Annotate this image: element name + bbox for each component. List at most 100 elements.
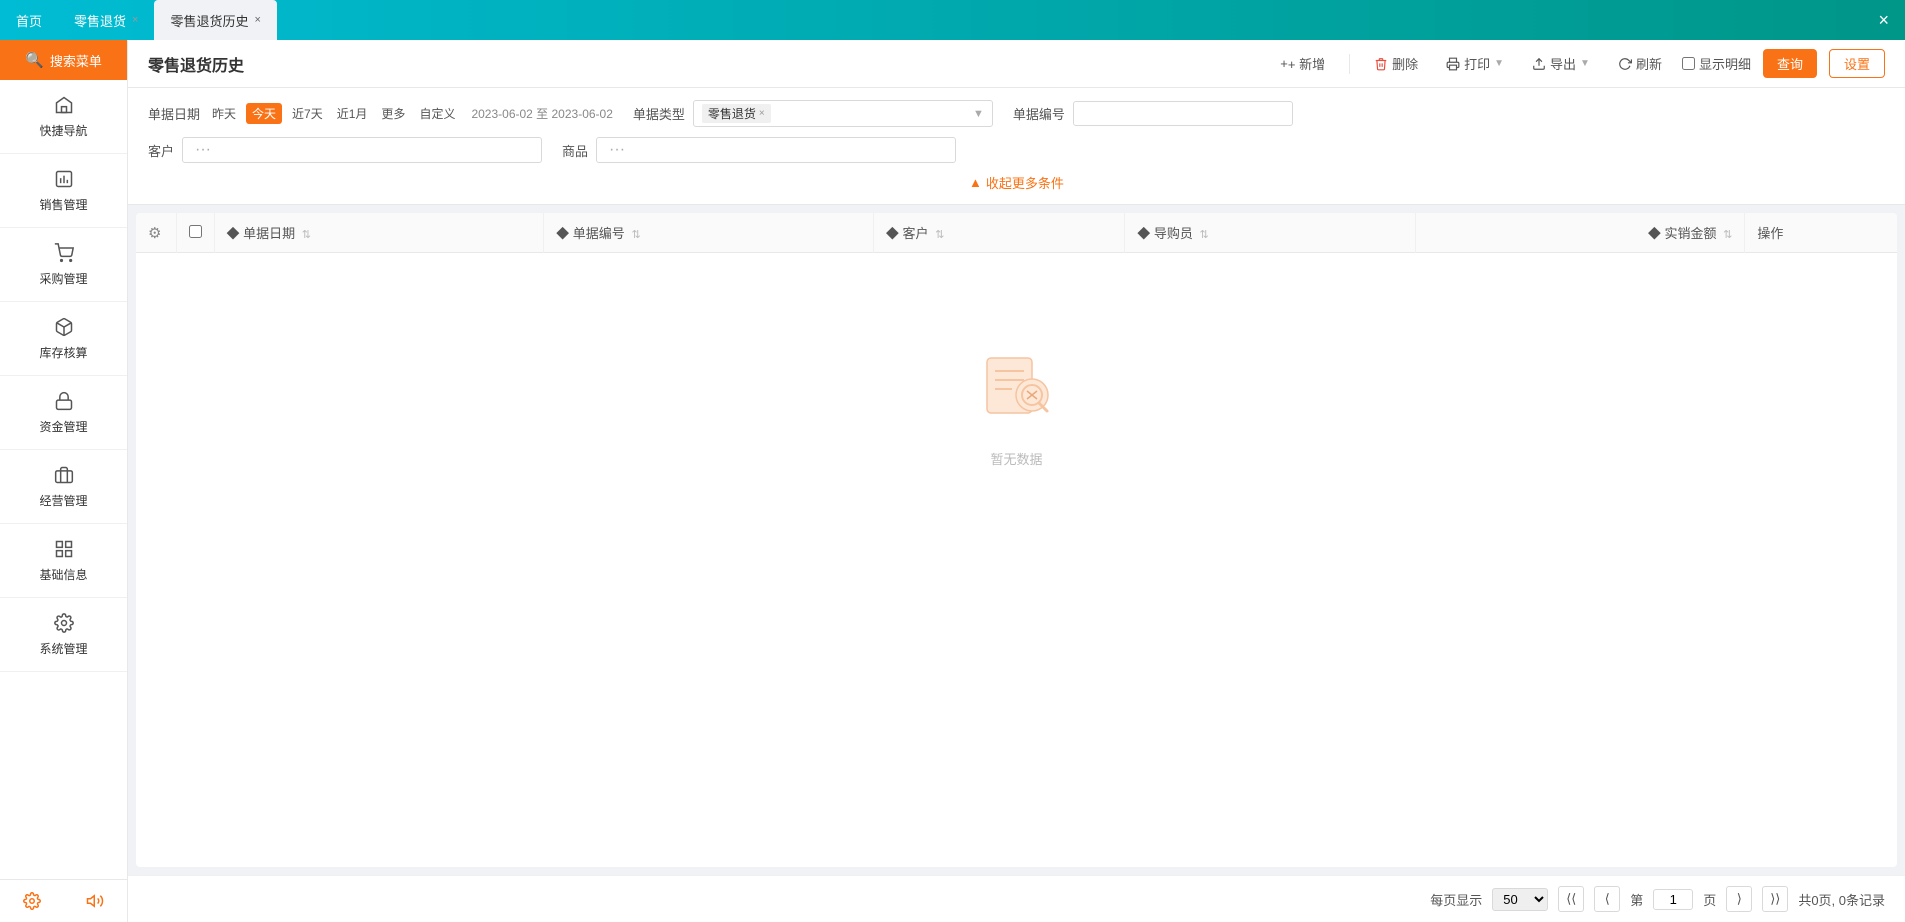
- print-icon: [1446, 57, 1460, 71]
- doc-type-chip-remove[interactable]: ×: [759, 108, 765, 119]
- table-body: 暂无数据: [136, 253, 1897, 549]
- customer-filter: 客户 ···: [148, 137, 542, 163]
- select-all-checkbox[interactable]: [189, 225, 202, 238]
- filter-area: 单据日期 昨天 今天 近7天 近1月 更多 自定义 2023-06-02 至 2…: [128, 88, 1905, 205]
- refresh-button[interactable]: 刷新: [1610, 50, 1670, 77]
- doc-no-filter: 单据编号: [1013, 101, 1293, 126]
- sidebar-item-inventory[interactable]: 库存核算: [0, 302, 127, 376]
- doc-type-filter: 单据类型 零售退货 × ▼: [633, 100, 993, 127]
- print-button[interactable]: 打印 ▼: [1438, 50, 1512, 77]
- refresh-icon: [1618, 57, 1632, 71]
- page-unit: 页: [1703, 890, 1716, 909]
- col-amount: ◆ 实销金额 ⇅: [1415, 213, 1745, 253]
- settings-button[interactable]: 设置: [1829, 49, 1885, 78]
- first-page-button[interactable]: ⟨⟨: [1558, 886, 1584, 912]
- doc-type-input[interactable]: 零售退货 × ▼: [693, 100, 993, 127]
- doc-type-label: 单据类型: [633, 104, 685, 123]
- tab-home[interactable]: 首页: [0, 0, 58, 40]
- tab-retail-return[interactable]: 零售退货 ×: [58, 0, 154, 40]
- plus-icon: +: [1280, 56, 1288, 71]
- per-page-select[interactable]: 50 100 200: [1492, 888, 1548, 911]
- export-button[interactable]: 导出 ▼: [1524, 50, 1598, 77]
- empty-illustration: [967, 333, 1067, 433]
- date-shortcut-yesterday[interactable]: 昨天: [208, 103, 240, 124]
- sidebar-item-finance[interactable]: 资金管理: [0, 376, 127, 450]
- top-bar: 首页 零售退货 × 零售退货历史 × ×: [0, 0, 1905, 40]
- show-detail-checkbox[interactable]: 显示明细: [1682, 54, 1751, 73]
- box-icon: [53, 316, 75, 338]
- sort-customer-icon[interactable]: ⇅: [935, 229, 944, 241]
- main-layout: 🔍 搜索菜单 快捷导航 销售管理 采购管理 库存核算: [0, 40, 1905, 922]
- date-shortcut-1month[interactable]: 近1月: [333, 103, 372, 124]
- sort-date-icon[interactable]: ⇅: [302, 229, 311, 241]
- customer-label: 客户: [148, 141, 174, 160]
- date-filter: 单据日期 昨天 今天 近7天 近1月 更多 自定义 2023-06-02 至 2…: [148, 103, 613, 124]
- new-button[interactable]: + + 新增: [1272, 50, 1333, 77]
- customer-input[interactable]: ···: [182, 137, 542, 163]
- date-shortcut-more[interactable]: 更多: [377, 103, 409, 124]
- sidebar-item-quick-nav[interactable]: 快捷导航: [0, 80, 127, 154]
- data-table: ⚙ ◆ 单据日期 ⇅ ◆ 单据编号 ⇅: [136, 213, 1897, 548]
- page-title: 零售退货历史: [148, 52, 244, 76]
- sidebar-item-purchase[interactable]: 采购管理: [0, 228, 127, 302]
- delete-button[interactable]: 删除: [1366, 50, 1426, 77]
- sidebar: 🔍 搜索菜单 快捷导航 销售管理 采购管理 库存核算: [0, 40, 128, 922]
- chevron-up-icon: ▲: [969, 175, 982, 190]
- goods-ellipsis-icon[interactable]: ···: [605, 141, 629, 159]
- col-guide: ◆ 导购员 ⇅: [1125, 213, 1416, 253]
- sidebar-item-system[interactable]: 系统管理: [0, 598, 127, 672]
- window-close-button[interactable]: ×: [1862, 10, 1905, 31]
- tab-retail-return-history[interactable]: 零售退货历史 ×: [154, 0, 276, 40]
- col-checkbox: [176, 213, 214, 253]
- sort-amount-icon[interactable]: ⇅: [1723, 229, 1732, 241]
- table-settings-icon[interactable]: ⚙: [148, 225, 161, 242]
- doc-no-label: 单据编号: [1013, 104, 1065, 123]
- search-icon: 🔍: [25, 51, 44, 69]
- collapse-filter-button[interactable]: ▲ 收起更多条件: [969, 173, 1064, 192]
- sort-no-icon[interactable]: ⇅: [631, 229, 640, 241]
- close-tab-retail-return-icon[interactable]: ×: [132, 14, 138, 26]
- last-page-button[interactable]: ⟩⟩: [1762, 886, 1788, 912]
- print-chevron-icon: ▼: [1494, 58, 1504, 69]
- pagination-bar: 每页显示 50 100 200 ⟨⟨ ⟨ 第 页 ⟩ ⟩⟩ 共0页, 0条记录: [128, 875, 1905, 922]
- next-page-button[interactable]: ⟩: [1726, 886, 1752, 912]
- per-page-label: 每页显示: [1430, 890, 1482, 909]
- briefcase-icon: [53, 464, 75, 486]
- sidebar-volume-button[interactable]: [64, 880, 128, 922]
- sidebar-gear-button[interactable]: [0, 880, 64, 922]
- date-range-display: 2023-06-02 至 2023-06-02: [471, 105, 612, 122]
- table-container: ⚙ ◆ 单据日期 ⇅ ◆ 单据编号 ⇅: [136, 213, 1897, 867]
- page-label: 第: [1630, 890, 1643, 909]
- sort-guide-icon[interactable]: ⇅: [1199, 229, 1208, 241]
- sidebar-item-basic-info[interactable]: 基础信息: [0, 524, 127, 598]
- customer-ellipsis-icon[interactable]: ···: [191, 141, 215, 159]
- col-customer: ◆ 客户 ⇅: [873, 213, 1124, 253]
- home-icon: [53, 94, 75, 116]
- doc-type-dropdown-icon: ▼: [973, 108, 984, 120]
- doc-no-input[interactable]: [1073, 101, 1293, 126]
- date-shortcut-custom[interactable]: 自定义: [415, 103, 459, 124]
- sidebar-item-sales[interactable]: 销售管理: [0, 154, 127, 228]
- date-shortcut-today[interactable]: 今天: [246, 103, 282, 124]
- page-number-input[interactable]: [1653, 889, 1693, 910]
- col-no: ◆ 单据编号 ⇅: [544, 213, 874, 253]
- prev-page-button[interactable]: ⟨: [1594, 886, 1620, 912]
- doc-type-chip: 零售退货 ×: [702, 104, 771, 123]
- filter-row-1: 单据日期 昨天 今天 近7天 近1月 更多 自定义 2023-06-02 至 2…: [148, 100, 1885, 127]
- sidebar-search-button[interactable]: 🔍 搜索菜单: [0, 40, 127, 80]
- trash-icon: [1374, 57, 1388, 71]
- sidebar-item-operations[interactable]: 经营管理: [0, 450, 127, 524]
- date-filter-label: 单据日期: [148, 104, 200, 123]
- date-shortcut-7days[interactable]: 近7天: [288, 103, 327, 124]
- lock-icon: [53, 390, 75, 412]
- sidebar-bottom: [0, 879, 127, 922]
- goods-input[interactable]: ···: [596, 137, 956, 163]
- chart-icon: [53, 168, 75, 190]
- show-detail-input[interactable]: [1682, 57, 1695, 70]
- total-records: 共0页, 0条记录: [1798, 890, 1885, 909]
- query-button[interactable]: 查询: [1763, 49, 1817, 78]
- page-header: 零售退货历史 + + 新增 删除 打印 ▼ 导出: [128, 40, 1905, 88]
- export-chevron-icon: ▼: [1580, 58, 1590, 69]
- close-tab-history-icon[interactable]: ×: [254, 14, 260, 26]
- goods-label: 商品: [562, 141, 588, 160]
